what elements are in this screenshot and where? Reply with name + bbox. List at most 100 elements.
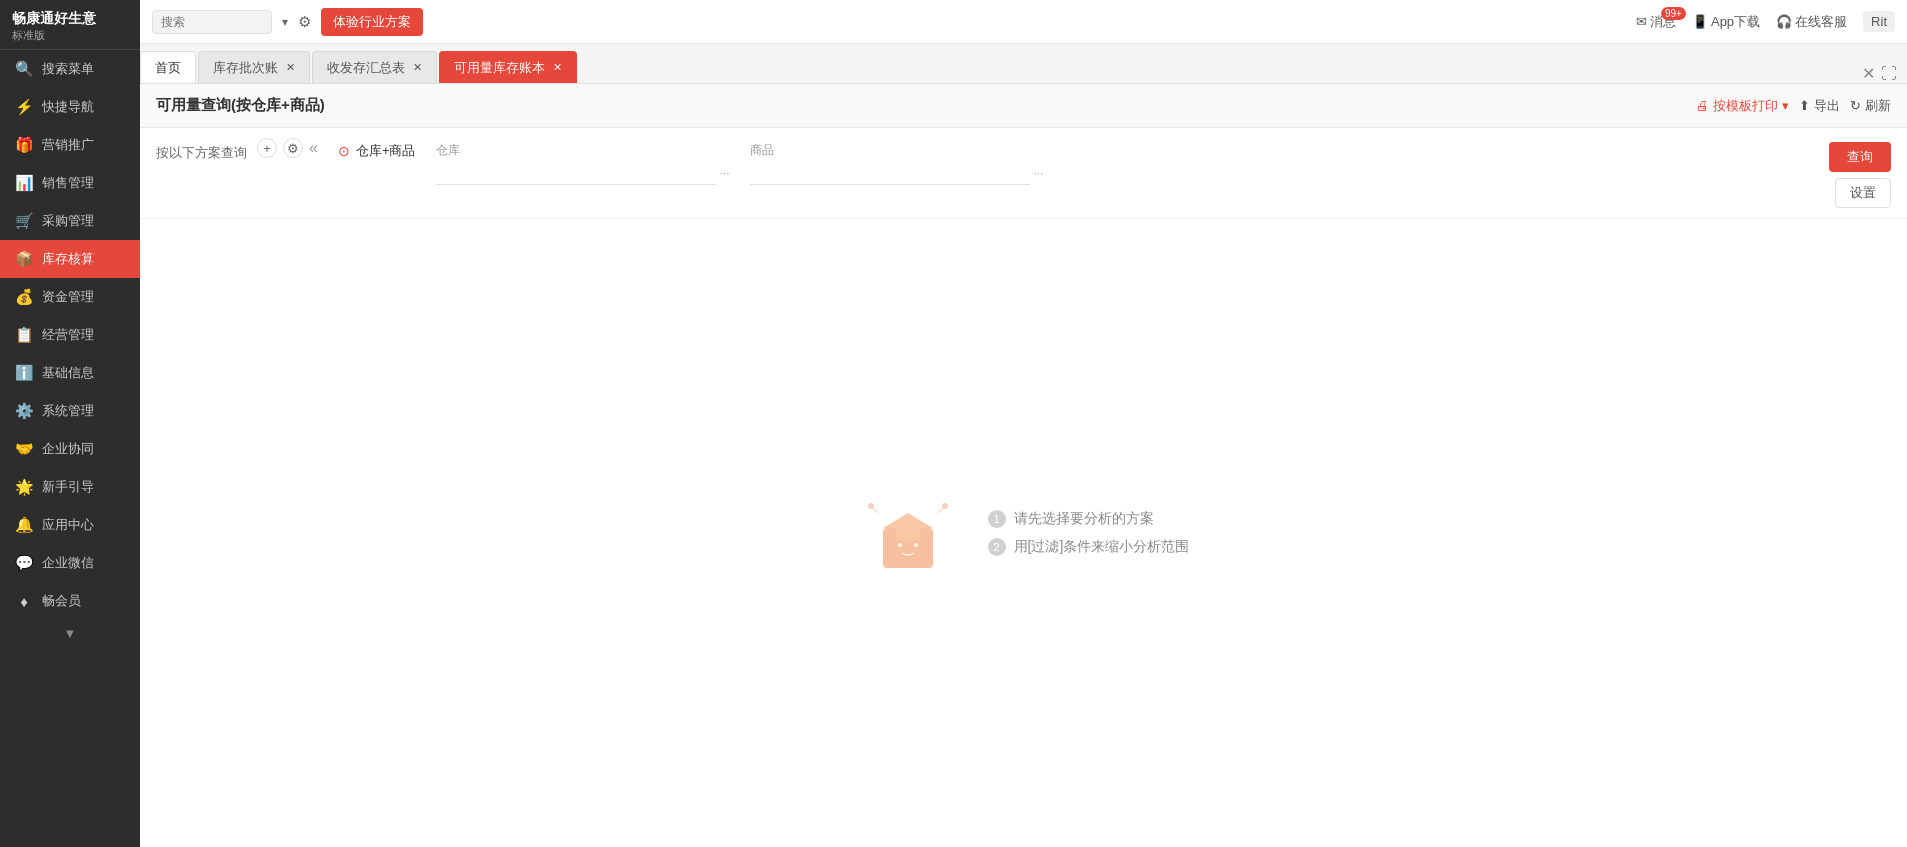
tab-inventory-batch-label: 库存批次账 xyxy=(213,59,278,77)
sidebar-item-basic-info[interactable]: ℹ️ 基础信息 xyxy=(0,354,140,392)
scheme-setting-btn[interactable]: ⚙ xyxy=(283,138,303,158)
sidebar-item-label: 企业微信 xyxy=(42,554,94,572)
empty-state: 1 请先选择要分析的方案 2 用[过滤]条件来缩小分析范围 xyxy=(140,219,1907,847)
product-label: 商品 xyxy=(750,142,1044,159)
scheme-controls: + ⚙ « xyxy=(257,138,318,158)
sidebar-item-label: 企业协同 xyxy=(42,440,94,458)
purchase-icon: 🛒 xyxy=(14,212,34,230)
sidebar-logo: 畅康通好生意 标准版 xyxy=(0,0,140,50)
phone-icon: 📱 xyxy=(1692,14,1708,29)
sidebar-item-purchase[interactable]: 🛒 采购管理 xyxy=(0,202,140,240)
svg-line-5 xyxy=(873,508,878,513)
finance-icon: 💰 xyxy=(14,288,34,306)
operations-icon: 📋 xyxy=(14,326,34,344)
tip-num-1: 1 xyxy=(988,510,1006,528)
sidebar-item-label: 采购管理 xyxy=(42,212,94,230)
service-label: 在线客服 xyxy=(1795,13,1847,31)
sidebar-item-label: 经营管理 xyxy=(42,326,94,344)
dropdown-icon[interactable]: ▾ xyxy=(282,15,288,29)
sidebar-item-appcenter[interactable]: 🔔 应用中心 xyxy=(0,506,140,544)
close-tab-btn[interactable]: ✕ xyxy=(1862,64,1875,83)
sidebar-item-finance[interactable]: 💰 资金管理 xyxy=(0,278,140,316)
tab-close-icon[interactable]: ✕ xyxy=(413,61,422,74)
sidebar-item-system[interactable]: ⚙️ 系统管理 xyxy=(0,392,140,430)
tabs-bar: 首页 库存批次账 ✕ 收发存汇总表 ✕ 可用量库存账本 ✕ ✕ ⛶ xyxy=(140,44,1907,84)
empty-illustration xyxy=(858,483,958,583)
add-scheme-btn[interactable]: + xyxy=(257,138,277,158)
tip-1: 1 请先选择要分析的方案 xyxy=(988,510,1190,528)
sidebar-item-guide[interactable]: 🌟 新手引导 xyxy=(0,468,140,506)
page-title: 可用量查询(按仓库+商品) xyxy=(156,96,1696,115)
svg-marker-1 xyxy=(883,513,933,528)
sidebar-item-label: 搜索菜单 xyxy=(42,60,94,78)
message-btn[interactable]: ✉ 消息 99+ xyxy=(1636,13,1676,31)
sidebar-scroll-down[interactable]: ▼ xyxy=(0,620,140,647)
query-button[interactable]: 查询 xyxy=(1829,142,1891,172)
sidebar-item-label: 库存核算 xyxy=(42,250,94,268)
scheme-icon: ⊙ xyxy=(338,143,350,159)
industry-btn[interactable]: 体验行业方案 xyxy=(321,8,423,36)
collab-icon: 🤝 xyxy=(14,440,34,458)
print-dropdown-icon[interactable]: ▾ xyxy=(1782,98,1789,113)
product-field: 商品 ··· xyxy=(750,142,1044,185)
app-download-btn[interactable]: 📱 App下载 xyxy=(1692,13,1760,31)
topbar: ▾ ⚙ 体验行业方案 ✉ 消息 99+ 📱 App下载 🎧 在线客服 Rit xyxy=(140,0,1907,44)
printer-icon: 🖨 xyxy=(1696,98,1709,113)
refresh-icon: ↻ xyxy=(1850,98,1861,113)
search-input[interactable] xyxy=(152,10,272,34)
tab-stock-summary[interactable]: 收发存汇总表 ✕ xyxy=(312,51,437,83)
message-icon: ✉ xyxy=(1636,14,1647,29)
print-btn[interactable]: 🖨 按模板打印 ▾ xyxy=(1696,97,1789,115)
tip-num-2: 2 xyxy=(988,538,1006,556)
brand-name: 畅康通好生意 xyxy=(12,10,128,28)
app-download-label: App下载 xyxy=(1711,13,1760,31)
print-label: 按模板打印 xyxy=(1713,97,1778,115)
expand-btn[interactable]: ⛶ xyxy=(1881,65,1897,83)
settings-button[interactable]: 设置 xyxy=(1835,178,1891,208)
tip-text-2: 用[过滤]条件来缩小分析范围 xyxy=(1014,538,1190,556)
sidebar-item-sales[interactable]: 📊 销售管理 xyxy=(0,164,140,202)
refresh-btn[interactable]: ↻ 刷新 xyxy=(1850,97,1891,115)
appcenter-icon: 🔔 xyxy=(14,516,34,534)
wechat-icon: 💬 xyxy=(14,554,34,572)
warehouse-input[interactable] xyxy=(436,161,716,185)
svg-point-7 xyxy=(868,503,874,509)
sidebar-item-label: 资金管理 xyxy=(42,288,94,306)
sidebar-item-marketing[interactable]: 🎁 营销推广 xyxy=(0,126,140,164)
empty-tips: 1 请先选择要分析的方案 2 用[过滤]条件来缩小分析范围 xyxy=(988,510,1190,556)
tab-inventory-batch[interactable]: 库存批次账 ✕ xyxy=(198,51,310,83)
marketing-icon: 🎁 xyxy=(14,136,34,154)
export-btn[interactable]: ⬆ 导出 xyxy=(1799,97,1840,115)
sidebar-item-collab[interactable]: 🤝 企业协同 xyxy=(0,430,140,468)
sidebar-item-members[interactable]: ♦ 畅会员 xyxy=(0,582,140,620)
sidebar-item-wechat[interactable]: 💬 企业微信 xyxy=(0,544,140,582)
sidebar-item-inventory[interactable]: 📦 库存核算 xyxy=(0,240,140,278)
tab-close-icon[interactable]: ✕ xyxy=(553,61,562,74)
warehouse-field: 仓库 ··· xyxy=(436,142,730,185)
sidebar-item-label: 畅会员 xyxy=(42,592,81,610)
filter-area: 按以下方案查询 + ⚙ « ⊙ 仓库+商品 仓库 ··· xyxy=(140,128,1907,219)
filter-label: 按以下方案查询 xyxy=(156,138,247,162)
sidebar: 畅康通好生意 标准版 🔍 搜索菜单 ⚡ 快捷导航 🎁 营销推广 📊 销售管理 🛒… xyxy=(0,0,140,847)
warehouse-more-icon[interactable]: ··· xyxy=(720,166,730,180)
online-service-btn[interactable]: 🎧 在线客服 xyxy=(1776,13,1847,31)
empty-svg xyxy=(858,483,958,583)
tip-2: 2 用[过滤]条件来缩小分析范围 xyxy=(988,538,1190,556)
warehouse-label: 仓库 xyxy=(436,142,730,159)
sidebar-item-search[interactable]: 🔍 搜索菜单 xyxy=(0,50,140,88)
user-avatar[interactable]: Rit xyxy=(1863,11,1895,32)
search-icon: 🔍 xyxy=(14,60,34,78)
tab-close-icon[interactable]: ✕ xyxy=(286,61,295,74)
settings-icon[interactable]: ⚙ xyxy=(298,13,311,31)
sales-icon: 📊 xyxy=(14,174,34,192)
product-input[interactable] xyxy=(750,161,1030,185)
sidebar-item-operations[interactable]: 📋 经营管理 xyxy=(0,316,140,354)
tab-home[interactable]: 首页 xyxy=(140,51,196,83)
tab-available-stock[interactable]: 可用量库存账本 ✕ xyxy=(439,51,577,83)
collapse-btn[interactable]: « xyxy=(309,139,318,157)
sidebar-item-quicknav[interactable]: ⚡ 快捷导航 xyxy=(0,88,140,126)
svg-point-3 xyxy=(898,543,902,547)
scheme-item-warehouse[interactable]: ⊙ 仓库+商品 xyxy=(328,138,426,164)
product-more-icon[interactable]: ··· xyxy=(1034,166,1044,180)
sidebar-item-label: 应用中心 xyxy=(42,516,94,534)
